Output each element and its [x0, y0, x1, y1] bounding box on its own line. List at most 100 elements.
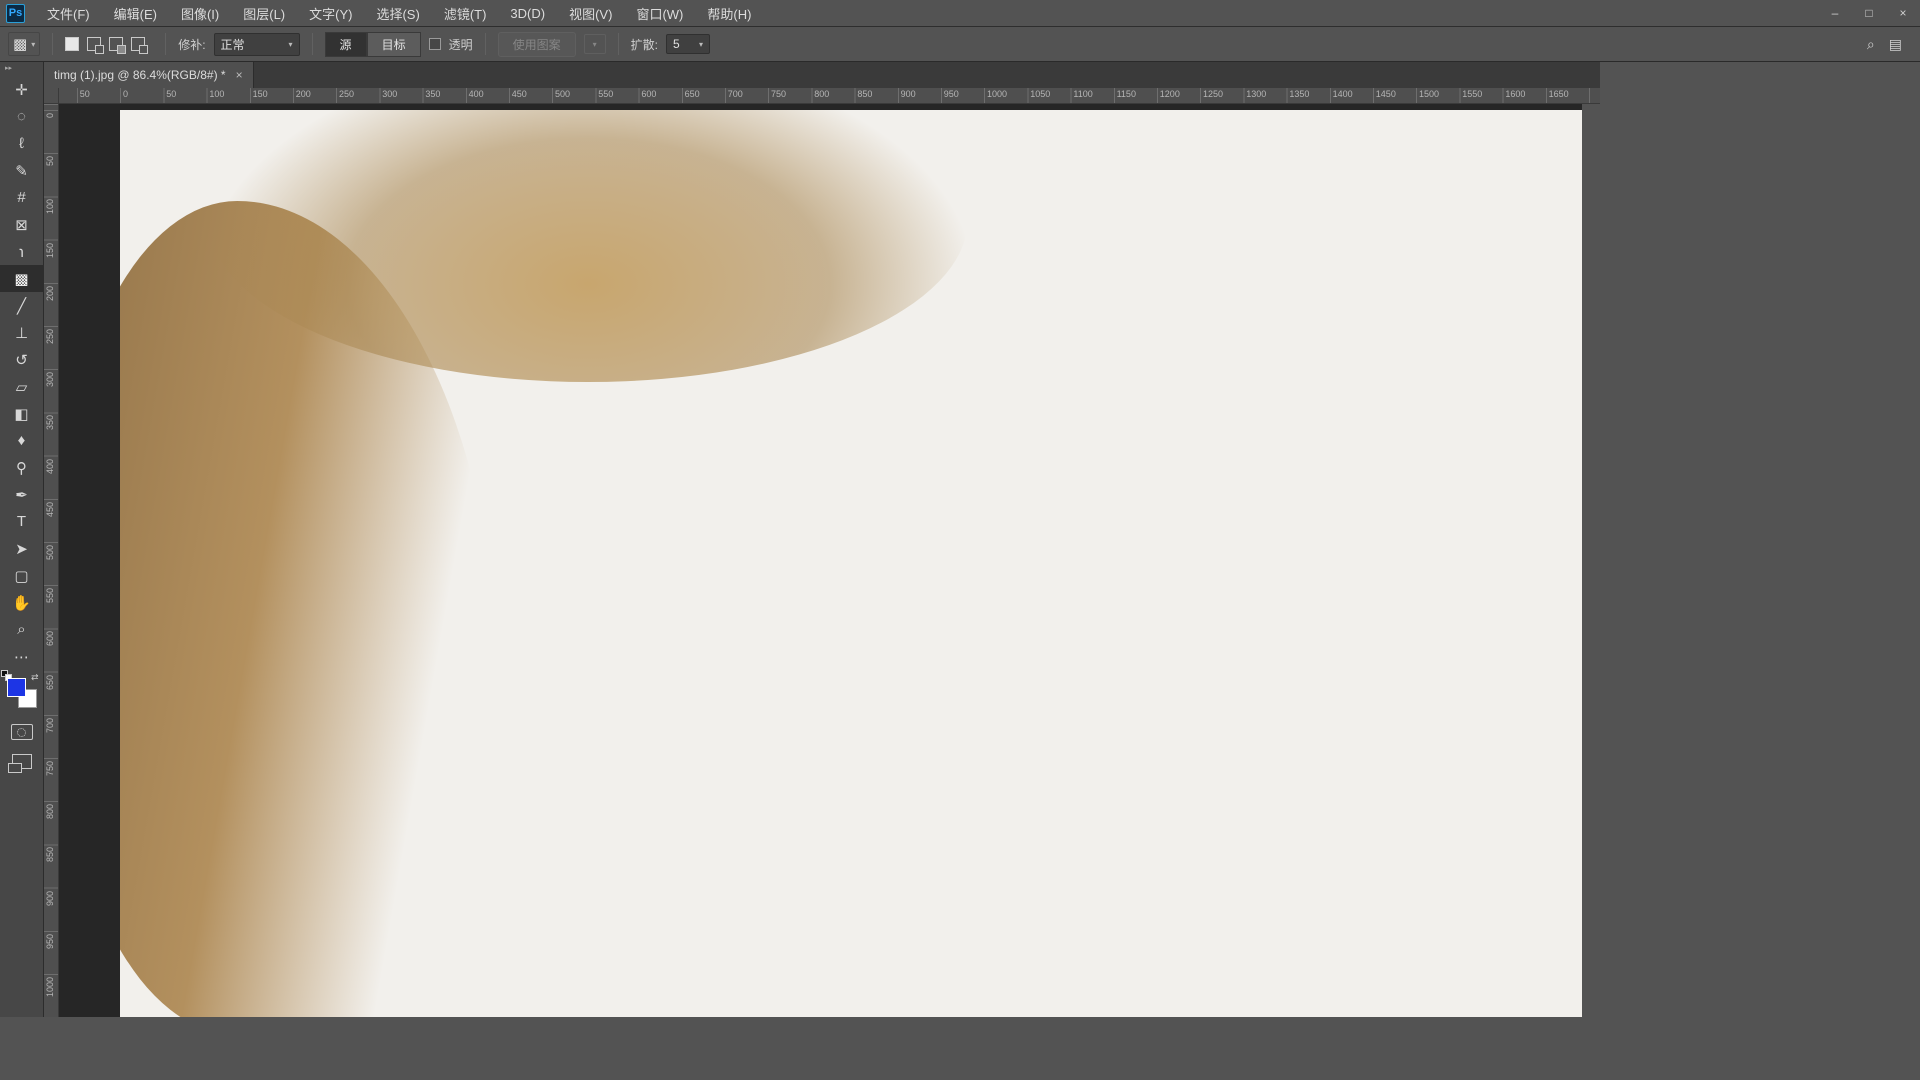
document-title: timg (1).jpg @ 86.4%(RGB/8#) * — [54, 68, 226, 82]
lasso-tool[interactable]: ℓ — [0, 130, 44, 157]
subtract-selection-icon[interactable] — [109, 37, 123, 51]
screen-mode-button[interactable] — [12, 754, 32, 769]
vruler-label: 400 — [45, 459, 55, 474]
swap-colors-icon[interactable]: ⇄ — [31, 672, 39, 683]
window-controls: –□× — [1818, 0, 1920, 27]
intersect-selection-icon[interactable] — [131, 37, 145, 51]
divider — [52, 33, 53, 55]
vruler-label: 500 — [45, 545, 55, 560]
menu-item-I[interactable]: 图像(I) — [169, 0, 231, 27]
workspace-switcher-icon[interactable]: ▤ — [1889, 36, 1902, 53]
crop-tool[interactable]: # — [0, 184, 44, 211]
vruler-label: 250 — [45, 329, 55, 344]
eraser-tool-glyph: ▱ — [16, 378, 28, 396]
maximize-icon[interactable]: □ — [1852, 0, 1886, 27]
history-brush-tool-glyph: ↺ — [15, 351, 28, 369]
patch-mode-dropdown[interactable]: 正常 ▾ — [214, 33, 300, 56]
pattern-picker-dropdown[interactable]: ▾ — [584, 34, 606, 54]
history-brush-tool[interactable]: ↺ — [0, 346, 44, 373]
hruler-label: 200 — [296, 89, 311, 99]
menu-item-L[interactable]: 图层(L) — [231, 0, 297, 27]
search-icon[interactable]: ⌕ — [1867, 36, 1875, 53]
brush-tool[interactable]: ╱ — [0, 292, 44, 319]
frame-tool-glyph: ⊠ — [15, 216, 28, 234]
clone-stamp-tool[interactable]: ⊥ — [0, 319, 44, 346]
menu-item-Y[interactable]: 文字(Y) — [297, 0, 364, 27]
add-selection-icon[interactable] — [87, 37, 101, 51]
hruler-label: 1600 — [1505, 89, 1525, 99]
hruler-label: 750 — [771, 89, 786, 99]
hruler-label: 600 — [641, 89, 656, 99]
hruler-label: 1050 — [1030, 89, 1050, 99]
color-controls: ⇄ — [7, 678, 37, 708]
diffusion-value: 5 — [673, 37, 680, 51]
canvas-area[interactable] — [59, 104, 1582, 1017]
frame-tool[interactable]: ⊠ — [0, 211, 44, 238]
vruler-label: 650 — [45, 675, 55, 690]
new-selection-icon[interactable] — [65, 37, 79, 51]
target-button[interactable]: 目标 — [367, 32, 421, 57]
close-tab-icon[interactable]: × — [236, 68, 243, 82]
eraser-tool[interactable]: ▱ — [0, 373, 44, 400]
hruler-label: 1100 — [1073, 89, 1092, 99]
blur-tool-glyph: ♦ — [18, 432, 26, 449]
hand-tool-glyph: ✋ — [12, 594, 31, 612]
app-logo-icon: Ps — [6, 4, 25, 23]
blur-tool[interactable]: ♦ — [0, 427, 44, 454]
hruler-label: 350 — [425, 89, 440, 99]
horizontal-ruler[interactable]: 5005010015020025030035040045050055060065… — [59, 88, 1600, 104]
menu-item-3DD[interactable]: 3D(D) — [498, 0, 557, 27]
hruler-label: 1300 — [1246, 89, 1266, 99]
toolbar-collapse-icon[interactable]: ▸▸ — [0, 62, 12, 76]
zoom-tool[interactable]: ⌕ — [0, 616, 44, 643]
type-tool-glyph: T — [17, 513, 26, 530]
shape-tool[interactable]: ▢ — [0, 562, 44, 589]
vruler-label: 50 — [45, 156, 55, 166]
vruler-label: 1000 — [45, 977, 55, 997]
type-tool[interactable]: T — [0, 508, 44, 535]
hand-tool[interactable]: ✋ — [0, 589, 44, 616]
hruler-label: 900 — [901, 89, 916, 99]
source-button[interactable]: 源 — [325, 32, 367, 57]
quick-mask-button[interactable] — [11, 724, 33, 740]
hruler-label: 1450 — [1376, 89, 1396, 99]
marquee-tool[interactable]: ◌ — [0, 103, 44, 130]
ruler-origin-corner[interactable] — [44, 88, 59, 104]
hruler-label: 1350 — [1289, 89, 1309, 99]
dodge-tool[interactable]: ⚲ — [0, 454, 44, 481]
patch-tool[interactable]: ▩ — [0, 265, 44, 292]
path-selection-tool[interactable]: ➤ — [0, 535, 44, 562]
gradient-tool[interactable]: ◧ — [0, 400, 44, 427]
edit-toolbar-icon[interactable]: ⋯ — [0, 643, 44, 670]
menu-item-H[interactable]: 帮助(H) — [695, 0, 763, 27]
menu-item-S[interactable]: 选择(S) — [364, 0, 431, 27]
tool-preset-picker[interactable]: ▩ ▾ — [8, 32, 40, 56]
close-icon[interactable]: × — [1886, 0, 1920, 27]
hruler-label: 50 — [166, 89, 176, 99]
vruler-label: 900 — [45, 891, 55, 906]
menu-item-V[interactable]: 视图(V) — [557, 0, 624, 27]
minimize-icon[interactable]: – — [1818, 0, 1852, 27]
vruler-label: 300 — [45, 372, 55, 387]
vertical-ruler[interactable]: 0501001502002503003504004505005506006507… — [44, 104, 59, 1017]
crop-tool-glyph: # — [17, 189, 25, 206]
pen-tool[interactable]: ✒ — [0, 481, 44, 508]
divider — [312, 33, 313, 55]
menu-item-E[interactable]: 编辑(E) — [102, 0, 169, 27]
transparent-checkbox[interactable] — [429, 38, 441, 50]
foreground-color-swatch[interactable] — [7, 678, 26, 697]
pen-tool-glyph: ✒ — [15, 486, 28, 504]
divider — [618, 33, 619, 55]
menu-item-F[interactable]: 文件(F) — [35, 0, 102, 27]
menu-item-W[interactable]: 窗口(W) — [624, 0, 695, 27]
diffusion-dropdown[interactable]: 5 ▾ — [666, 34, 710, 54]
menu-item-T[interactable]: 滤镜(T) — [432, 0, 499, 27]
document-tab[interactable]: timg (1).jpg @ 86.4%(RGB/8#) * × — [44, 62, 254, 88]
options-bar: ▩ ▾ 修补: 正常 ▾ 源 目标 透明 使用图案 ▾ 扩散: 5 ▾ ⌕▤ — [0, 27, 1920, 62]
eyedropper-tool[interactable]: ℩ — [0, 238, 44, 265]
move-tool[interactable]: ✛ — [0, 76, 44, 103]
quick-selection-tool[interactable]: ✎ — [0, 157, 44, 184]
use-pattern-button[interactable]: 使用图案 — [498, 32, 576, 57]
transparent-label: 透明 — [449, 36, 473, 53]
hruler-label: 450 — [512, 89, 527, 99]
